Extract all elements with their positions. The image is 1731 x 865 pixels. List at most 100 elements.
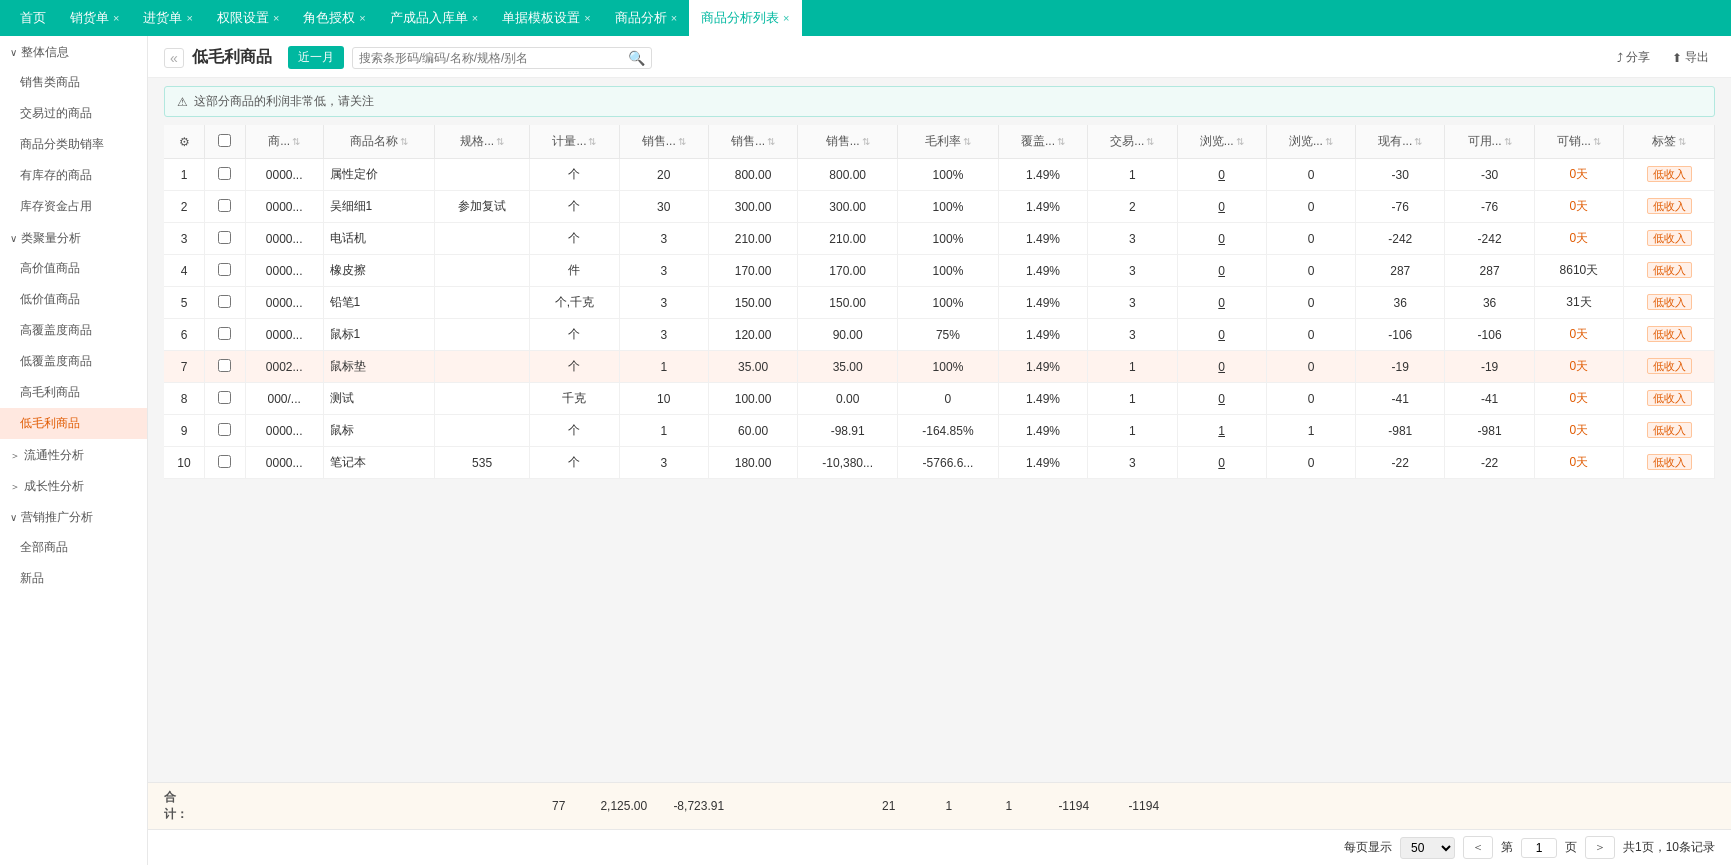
row-select-checkbox[interactable] bbox=[218, 359, 231, 372]
sidebar-item-high-margin[interactable]: 高毛利商品 bbox=[0, 377, 147, 408]
row-checkbox[interactable] bbox=[205, 351, 246, 383]
sidebar-item-high-value[interactable]: 高价值商品 bbox=[0, 253, 147, 284]
th-available[interactable]: 可用...⇅ bbox=[1445, 125, 1534, 159]
close-icon[interactable]: × bbox=[113, 12, 119, 24]
row-views1[interactable]: 0 bbox=[1177, 319, 1266, 351]
row-views1[interactable]: 0 bbox=[1177, 223, 1266, 255]
th-spec[interactable]: 规格...⇅ bbox=[434, 125, 530, 159]
row-select-checkbox[interactable] bbox=[218, 327, 231, 340]
row-checkbox[interactable] bbox=[205, 447, 246, 479]
row-views1[interactable]: 0 bbox=[1177, 351, 1266, 383]
close-icon[interactable]: × bbox=[359, 12, 365, 24]
row-checkbox[interactable] bbox=[205, 319, 246, 351]
sidebar-item-low-coverage[interactable]: 低覆盖度商品 bbox=[0, 346, 147, 377]
sidebar-item-traded-products[interactable]: 交易过的商品 bbox=[0, 98, 147, 129]
sidebar-item-low-margin[interactable]: 低毛利商品 bbox=[0, 408, 147, 439]
row-name: 鼠标 bbox=[323, 415, 434, 447]
row-views1[interactable]: 1 bbox=[1177, 415, 1266, 447]
page-number-input[interactable] bbox=[1521, 838, 1557, 858]
close-icon[interactable]: × bbox=[584, 12, 590, 24]
sidebar-item-sales-products[interactable]: 销售类商品 bbox=[0, 67, 147, 98]
th-saleable[interactable]: 可销...⇅ bbox=[1534, 125, 1623, 159]
th-stock[interactable]: 现有...⇅ bbox=[1356, 125, 1445, 159]
search-icon[interactable]: 🔍 bbox=[628, 50, 645, 66]
row-select-checkbox[interactable] bbox=[218, 295, 231, 308]
share-button[interactable]: ⤴ 分享 bbox=[1611, 46, 1656, 69]
th-name[interactable]: 商品名称⇅ bbox=[323, 125, 434, 159]
row-select-checkbox[interactable] bbox=[218, 423, 231, 436]
th-sales-qty[interactable]: 销售...⇅ bbox=[619, 125, 708, 159]
close-icon[interactable]: × bbox=[783, 12, 789, 24]
row-views1[interactable]: 0 bbox=[1177, 447, 1266, 479]
nav-product-analysis-list[interactable]: 商品分析列表 × bbox=[689, 0, 801, 36]
th-margin[interactable]: 毛利率⇅ bbox=[898, 125, 999, 159]
close-icon[interactable]: × bbox=[472, 12, 478, 24]
nav-home[interactable]: 首页 bbox=[8, 0, 58, 36]
th-sales-profit[interactable]: 销售...⇅ bbox=[798, 125, 898, 159]
next-page-button[interactable]: ＞ bbox=[1585, 836, 1615, 859]
page-size-select[interactable]: 50 100 200 bbox=[1400, 837, 1455, 859]
th-sales-amt[interactable]: 销售...⇅ bbox=[708, 125, 797, 159]
row-checkbox[interactable] bbox=[205, 287, 246, 319]
row-stock: -22 bbox=[1356, 447, 1445, 479]
close-icon[interactable]: × bbox=[273, 12, 279, 24]
sidebar-section-marketing[interactable]: ∨ 营销推广分析 bbox=[0, 501, 147, 532]
th-views1[interactable]: 浏览...⇅ bbox=[1177, 125, 1266, 159]
row-views1[interactable]: 0 bbox=[1177, 191, 1266, 223]
search-input[interactable] bbox=[359, 51, 628, 65]
row-views1[interactable]: 0 bbox=[1177, 287, 1266, 319]
nav-sales-order[interactable]: 销货单 × bbox=[58, 0, 131, 36]
sidebar-section-overall[interactable]: ∨ 整体信息 bbox=[0, 36, 147, 67]
row-select-checkbox[interactable] bbox=[218, 263, 231, 276]
th-unit[interactable]: 计量...⇅ bbox=[530, 125, 619, 159]
sidebar-section-growth[interactable]: ＞ 成长性分析 bbox=[0, 470, 147, 501]
th-coverage[interactable]: 覆盖...⇅ bbox=[998, 125, 1087, 159]
row-views1[interactable]: 0 bbox=[1177, 383, 1266, 415]
nav-purchase-order[interactable]: 进货单 × bbox=[131, 0, 204, 36]
row-views1[interactable]: 0 bbox=[1177, 255, 1266, 287]
collapse-sidebar-button[interactable]: « bbox=[164, 48, 184, 68]
row-select-checkbox[interactable] bbox=[218, 167, 231, 180]
close-icon[interactable]: × bbox=[671, 12, 677, 24]
row-checkbox[interactable] bbox=[205, 191, 246, 223]
row-checkbox[interactable] bbox=[205, 415, 246, 447]
nav-product-in[interactable]: 产成品入库单 × bbox=[378, 0, 490, 36]
sidebar-item-stocked-products[interactable]: 有库存的商品 bbox=[0, 160, 147, 191]
th-tag[interactable]: 标签⇅ bbox=[1624, 125, 1715, 159]
sidebar-section-liquidity[interactable]: ＞ 流通性分析 bbox=[0, 439, 147, 470]
sidebar-item-high-coverage[interactable]: 高覆盖度商品 bbox=[0, 315, 147, 346]
row-select-checkbox[interactable] bbox=[218, 231, 231, 244]
close-icon[interactable]: × bbox=[186, 12, 192, 24]
nav-template-settings[interactable]: 单据模板设置 × bbox=[490, 0, 602, 36]
export-button[interactable]: ⬆ 导出 bbox=[1666, 46, 1715, 69]
row-select-checkbox[interactable] bbox=[218, 455, 231, 468]
row-select-checkbox[interactable] bbox=[218, 391, 231, 404]
sidebar-section-cluster[interactable]: ∨ 类聚量分析 bbox=[0, 222, 147, 253]
main-layout: ∨ 整体信息 销售类商品 交易过的商品 商品分类助销率 有库存的商品 库存资金占… bbox=[0, 36, 1731, 865]
time-filter-button[interactable]: 近一月 bbox=[288, 46, 344, 69]
th-views2[interactable]: 浏览...⇅ bbox=[1266, 125, 1355, 159]
sidebar-item-all-products[interactable]: 全部商品 bbox=[0, 532, 147, 563]
sidebar-item-new-products[interactable]: 新品 bbox=[0, 563, 147, 594]
row-checkbox[interactable] bbox=[205, 159, 246, 191]
sidebar-item-inventory-capital[interactable]: 库存资金占用 bbox=[0, 191, 147, 222]
row-checkbox[interactable] bbox=[205, 255, 246, 287]
nav-role-auth[interactable]: 角色授权 × bbox=[291, 0, 377, 36]
select-all-checkbox[interactable] bbox=[218, 134, 231, 147]
sidebar-item-category-sales-rate[interactable]: 商品分类助销率 bbox=[0, 129, 147, 160]
nav-permission[interactable]: 权限设置 × bbox=[205, 0, 291, 36]
row-views1[interactable]: 0 bbox=[1177, 159, 1266, 191]
th-transactions[interactable]: 交易...⇅ bbox=[1088, 125, 1177, 159]
row-checkbox[interactable] bbox=[205, 223, 246, 255]
th-code[interactable]: 商...⇅ bbox=[245, 125, 323, 159]
row-select-checkbox[interactable] bbox=[218, 199, 231, 212]
row-code: 000/... bbox=[245, 383, 323, 415]
row-code: 0000... bbox=[245, 191, 323, 223]
search-box: 🔍 bbox=[352, 47, 652, 69]
nav-product-analysis[interactable]: 商品分析 × bbox=[603, 0, 689, 36]
th-checkbox[interactable] bbox=[205, 125, 246, 159]
sidebar-item-low-value[interactable]: 低价值商品 bbox=[0, 284, 147, 315]
th-settings[interactable]: ⚙ bbox=[164, 125, 205, 159]
row-checkbox[interactable] bbox=[205, 383, 246, 415]
prev-page-button[interactable]: ＜ bbox=[1463, 836, 1493, 859]
